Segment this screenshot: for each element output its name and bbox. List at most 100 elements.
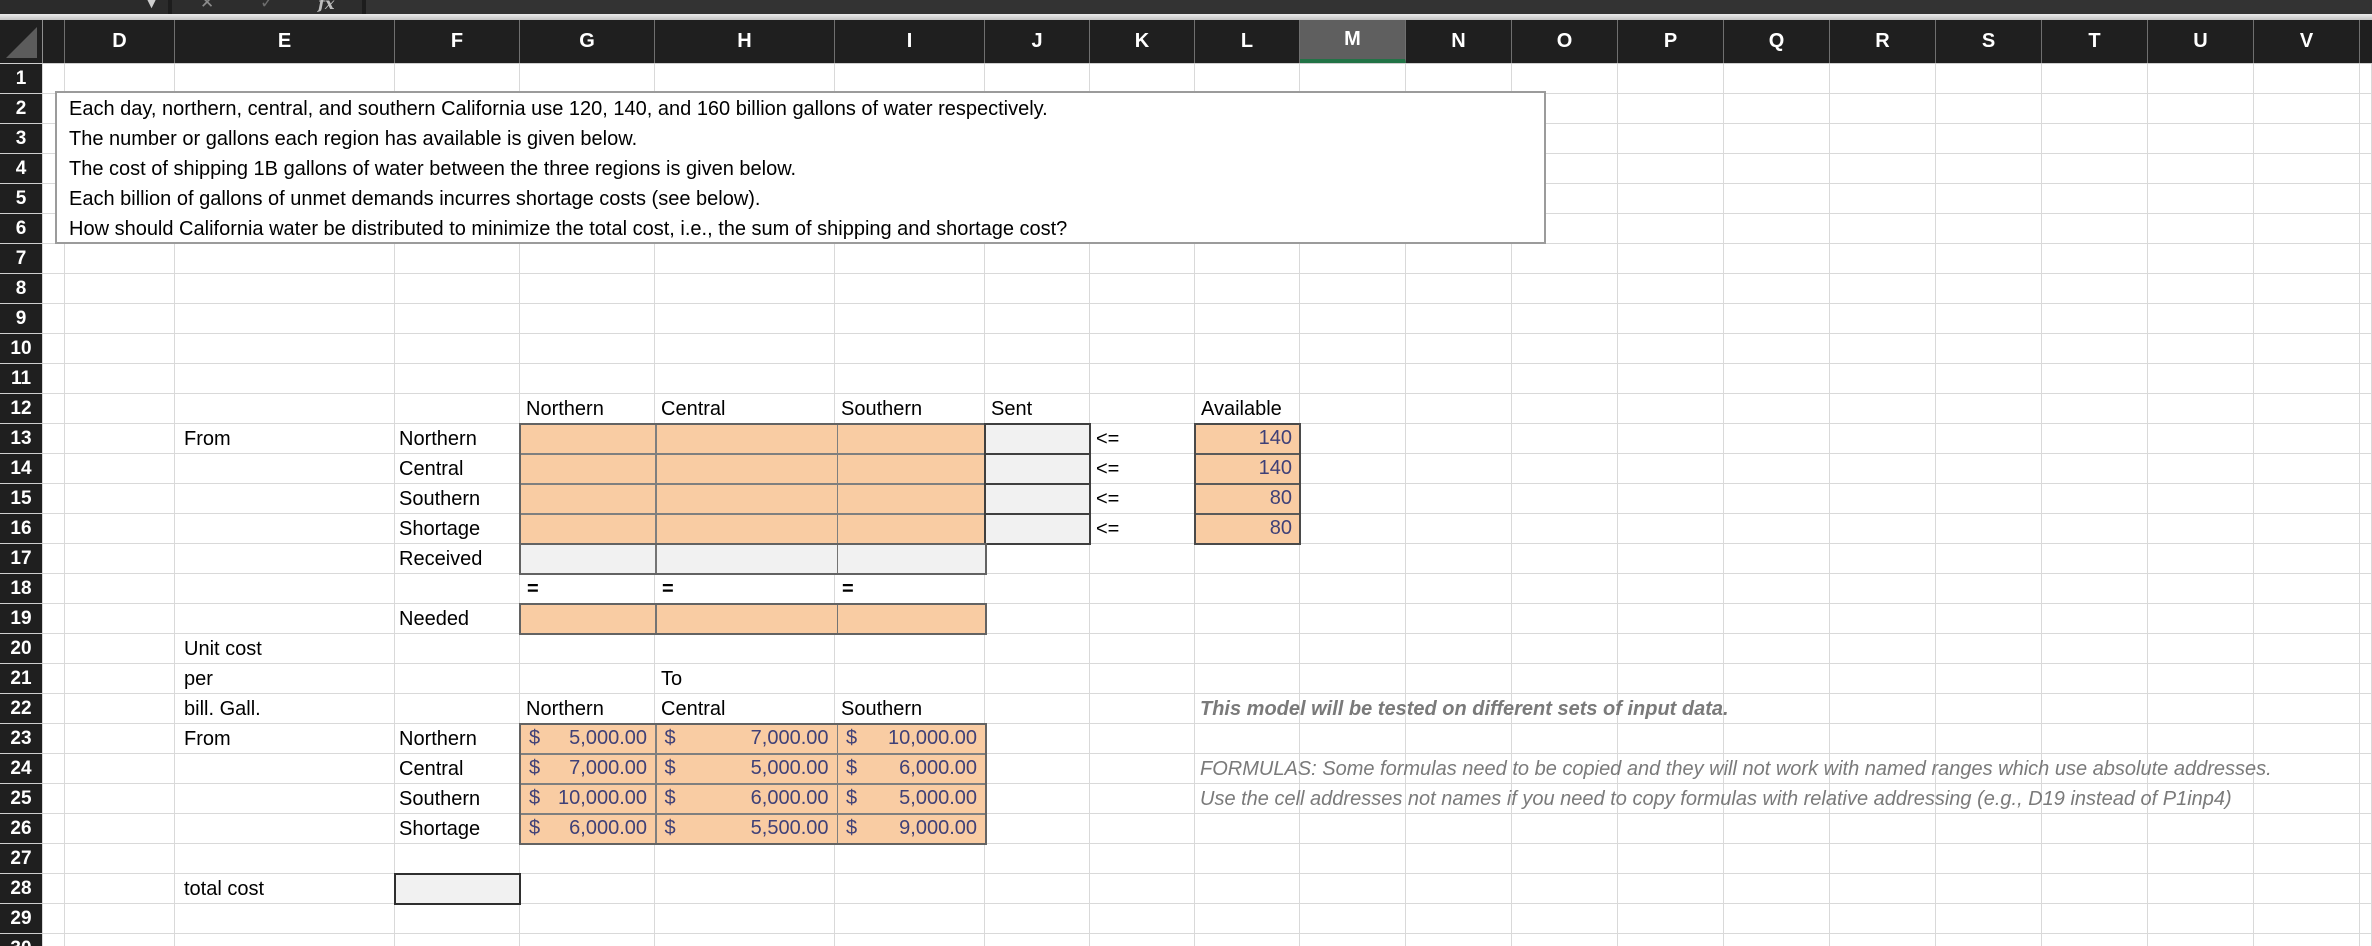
row-header-7[interactable]: 7 (0, 244, 43, 274)
cell-unit-cost[interactable]: $5,000.00 (656, 754, 837, 784)
cell-shipping-input[interactable] (656, 484, 837, 514)
cost-value: 5,000.00 (569, 727, 647, 749)
cell-shipping-input[interactable] (656, 454, 837, 484)
row-header-12[interactable]: 12 (0, 394, 43, 424)
cell-unit-cost[interactable]: $10,000.00 (838, 725, 985, 754)
problem-line: Each billion of gallons of unmet demands… (69, 188, 761, 210)
column-header-N[interactable]: N (1406, 20, 1512, 63)
row-header-29[interactable]: 29 (0, 904, 43, 934)
column-header-partial[interactable] (43, 20, 65, 63)
cell-shipping-input[interactable] (656, 425, 837, 454)
cell-received[interactable] (521, 545, 655, 573)
cell-shipping-input[interactable] (838, 484, 985, 514)
select-all-corner[interactable] (0, 20, 43, 63)
name-box[interactable]: ▼ (0, 0, 172, 14)
cell-sent[interactable] (986, 514, 1089, 543)
row-header-10[interactable]: 10 (0, 334, 43, 364)
column-header-K[interactable]: K (1090, 20, 1195, 63)
cell-available[interactable]: 140 (1196, 425, 1299, 454)
formula-input[interactable] (366, 0, 2372, 14)
cell-unit-cost[interactable]: $7,000.00 (656, 725, 837, 754)
cancel-icon[interactable]: ✕ (200, 0, 214, 13)
cell-available[interactable]: 80 (1196, 514, 1299, 543)
row-header-30[interactable]: 30 (0, 934, 43, 946)
cell-shipping-input[interactable] (521, 454, 655, 484)
column-header-E[interactable]: E (175, 20, 395, 63)
column-header-L[interactable]: L (1195, 20, 1300, 63)
row-header-14[interactable]: 14 (0, 454, 43, 484)
cell-available[interactable]: 80 (1196, 484, 1299, 514)
row-header-11[interactable]: 11 (0, 364, 43, 394)
cell-shipping-input[interactable] (656, 514, 837, 543)
column-header-V[interactable]: V (2254, 20, 2360, 63)
row-header-8[interactable]: 8 (0, 274, 43, 304)
row-header-16[interactable]: 16 (0, 514, 43, 544)
cell-needed[interactable] (521, 605, 655, 633)
cell-unit-cost[interactable]: $6,000.00 (521, 814, 655, 843)
cell-unit-cost[interactable]: $10,000.00 (521, 784, 655, 814)
cell-shipping-input[interactable] (838, 514, 985, 543)
row-header-13[interactable]: 13 (0, 424, 43, 454)
column-header-T[interactable]: T (2042, 20, 2148, 63)
row-header-19[interactable]: 19 (0, 604, 43, 634)
cell-total-cost[interactable] (394, 873, 521, 905)
cell-unit-cost[interactable]: $9,000.00 (838, 814, 985, 843)
cell-shipping-input[interactable] (838, 454, 985, 484)
row-header-6[interactable]: 6 (0, 214, 43, 244)
row-header-24[interactable]: 24 (0, 754, 43, 784)
name-box-dropdown-icon[interactable]: ▼ (143, 0, 160, 13)
row-header-27[interactable]: 27 (0, 844, 43, 874)
enter-icon[interactable]: ✓ (260, 0, 274, 13)
cell-needed[interactable] (838, 605, 985, 633)
cell-received[interactable] (838, 545, 985, 573)
insert-function-icon[interactable]: fx (318, 0, 334, 13)
cell-unit-cost[interactable]: $6,000.00 (838, 754, 985, 784)
cell-unit-cost[interactable]: $5,000.00 (838, 784, 985, 814)
column-header-O[interactable]: O (1512, 20, 1618, 63)
column-header-I[interactable]: I (835, 20, 985, 63)
row-header-1[interactable]: 1 (0, 64, 43, 94)
cell-received[interactable] (656, 545, 837, 573)
row-header-2[interactable]: 2 (0, 94, 43, 124)
row-header-21[interactable]: 21 (0, 664, 43, 694)
row-header-5[interactable]: 5 (0, 184, 43, 214)
row-header-3[interactable]: 3 (0, 124, 43, 154)
cell-unit-cost[interactable]: $5,000.00 (521, 725, 655, 754)
currency-symbol: $ (846, 756, 858, 779)
column-header-R[interactable]: R (1830, 20, 1936, 63)
column-header-S[interactable]: S (1936, 20, 2042, 63)
column-header-F[interactable]: F (395, 20, 520, 63)
row-header-25[interactable]: 25 (0, 784, 43, 814)
cell-unit-cost[interactable]: $5,500.00 (656, 814, 837, 843)
row-header-15[interactable]: 15 (0, 484, 43, 514)
row-header-22[interactable]: 22 (0, 694, 43, 724)
cell-sent[interactable] (986, 454, 1089, 484)
cell-shipping-input[interactable] (521, 484, 655, 514)
unit-cost-title-1: Unit cost (184, 638, 262, 660)
cell-shipping-input[interactable] (521, 425, 655, 454)
column-header-M[interactable]: M (1300, 20, 1406, 63)
column-header-G[interactable]: G (520, 20, 655, 63)
column-header-D[interactable]: D (65, 20, 175, 63)
column-header-U[interactable]: U (2148, 20, 2254, 63)
row-header-20[interactable]: 20 (0, 634, 43, 664)
row-header-18[interactable]: 18 (0, 574, 43, 604)
cell-sent[interactable] (986, 484, 1089, 514)
cell-unit-cost[interactable]: $6,000.00 (656, 784, 837, 814)
row-header-28[interactable]: 28 (0, 874, 43, 904)
row-header-23[interactable]: 23 (0, 724, 43, 754)
cell-unit-cost[interactable]: $7,000.00 (521, 754, 655, 784)
cell-sent[interactable] (986, 425, 1089, 454)
row-header-17[interactable]: 17 (0, 544, 43, 574)
row-header-4[interactable]: 4 (0, 154, 43, 184)
column-header-P[interactable]: P (1618, 20, 1724, 63)
column-header-J[interactable]: J (985, 20, 1090, 63)
column-header-H[interactable]: H (655, 20, 835, 63)
row-header-26[interactable]: 26 (0, 814, 43, 844)
cell-needed[interactable] (656, 605, 837, 633)
row-header-9[interactable]: 9 (0, 304, 43, 334)
cell-shipping-input[interactable] (521, 514, 655, 543)
column-header-Q[interactable]: Q (1724, 20, 1830, 63)
cell-shipping-input[interactable] (838, 425, 985, 454)
cell-available[interactable]: 140 (1196, 454, 1299, 484)
